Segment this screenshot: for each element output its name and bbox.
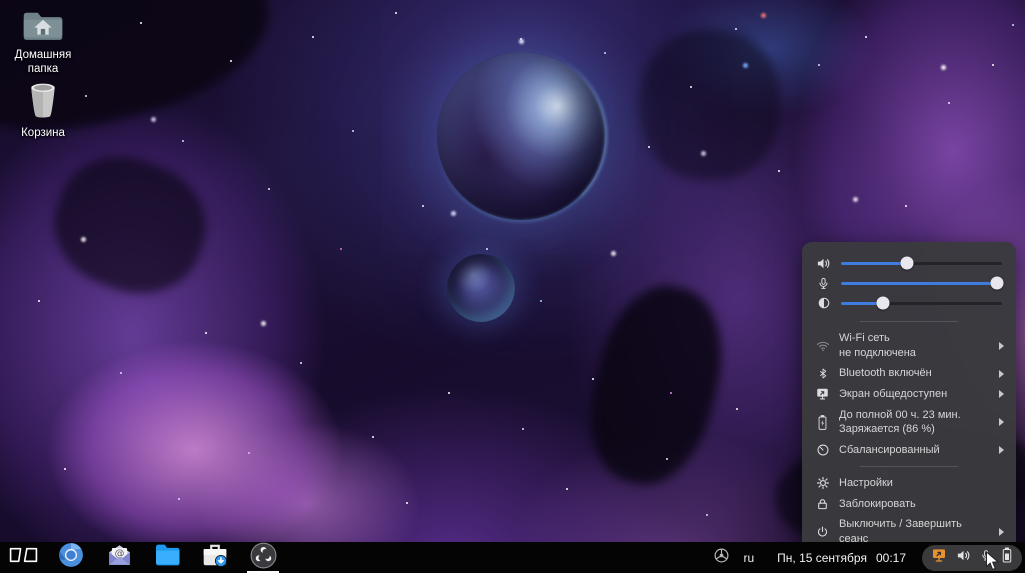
battery-title: До полной 00 ч. 23 мин. [839, 408, 961, 421]
desktop-icon-trash[interactable]: Корзина [1, 80, 85, 141]
settings-label: Настройки [839, 477, 893, 489]
volume-track[interactable] [841, 256, 1002, 270]
wifi-icon [814, 339, 831, 353]
speaker-icon [815, 255, 832, 272]
app-menu-button[interactable] [9, 544, 37, 572]
brightness-handle[interactable] [876, 296, 890, 310]
lock-menu-item[interactable]: Заблокировать [802, 494, 1016, 515]
chromium-icon [58, 542, 84, 573]
speaker-icon[interactable] [956, 548, 971, 568]
obs-icon [250, 542, 277, 573]
bluetooth-menu-item[interactable]: Bluetooth включён [802, 363, 1016, 384]
desktop-icon-label: Домашняя папка [14, 49, 72, 75]
volume-handle[interactable] [900, 256, 914, 270]
clock[interactable]: Пн, 15 сентября 00:17 [777, 551, 906, 565]
microphone-icon[interactable] [980, 548, 992, 568]
large-planet [437, 52, 605, 220]
power-profile-icon [814, 443, 831, 457]
wifi-title: Wi-Fi сеть [839, 332, 890, 344]
settings-gear-icon [814, 476, 831, 490]
volume-fill [841, 261, 907, 265]
brightness-track[interactable] [841, 296, 1002, 310]
system-tray-group[interactable] [922, 544, 1022, 571]
clock-date: Пн, 15 сентября [777, 550, 867, 565]
bluetooth-title: Bluetooth включён [839, 367, 932, 380]
taskbar-apps: @ [9, 542, 279, 573]
trash-icon [1, 80, 85, 123]
lock-icon [814, 497, 831, 511]
screen-share-menu-item[interactable]: Экран общедоступен [802, 384, 1016, 405]
obs-studio-launcher[interactable] [247, 542, 279, 573]
volume-slider[interactable] [802, 253, 1016, 273]
wifi-subtitle: не подключена [839, 346, 916, 359]
desktop-screen: Домашняя папка Корзина Wi-Fi сеть не под… [0, 0, 1025, 573]
desktop-icon-label: Корзина [21, 127, 65, 139]
keyboard-layout-indicator[interactable]: ru [743, 551, 754, 565]
microphone-slider[interactable] [802, 273, 1016, 293]
bluetooth-icon [814, 366, 831, 381]
settings-menu-item[interactable]: Настройки [802, 473, 1016, 494]
nebula-dark-shape [37, 138, 223, 312]
mail-launcher[interactable]: @ [105, 544, 133, 572]
distro-menu-icon [8, 545, 39, 570]
home-folder-icon [1, 10, 85, 45]
file-manager-launcher[interactable] [153, 544, 181, 572]
slider-section [802, 242, 1016, 315]
divider [860, 466, 958, 467]
tray-wheel-icon[interactable] [713, 547, 730, 569]
screen-share-active-icon[interactable] [931, 547, 947, 568]
chromium-launcher[interactable] [57, 542, 85, 573]
power-profile-title: Сбалансированный [839, 443, 940, 456]
screen-share-title: Экран общедоступен [839, 388, 948, 400]
microphone-icon [815, 275, 832, 292]
divider [860, 321, 958, 322]
chevron-right-icon [999, 418, 1004, 426]
microphone-handle[interactable] [990, 276, 1004, 290]
brightness-slider[interactable] [802, 293, 1016, 313]
small-planet [447, 254, 515, 322]
quick-settings-popup: Wi-Fi сеть не подключена Bluetooth включ… [802, 242, 1016, 566]
microphone-fill [841, 281, 998, 285]
folder-icon [154, 543, 181, 572]
taskbar-tray-area: ru Пн, 15 сентября 00:17 [713, 544, 1025, 571]
microphone-track[interactable] [841, 276, 1004, 290]
chevron-right-icon [999, 445, 1004, 454]
chevron-right-icon [999, 390, 1004, 399]
chevron-right-icon [999, 527, 1004, 536]
wifi-menu-item[interactable]: Wi-Fi сеть не подключена [802, 328, 1016, 363]
power-icon [814, 525, 831, 539]
nebula-dark-shape [573, 273, 739, 497]
chevron-right-icon [999, 369, 1004, 378]
battery-menu-item[interactable]: До полной 00 ч. 23 мин. Заряжается (86 %… [802, 405, 1016, 440]
mail-icon: @ [106, 542, 133, 573]
software-center-icon [201, 542, 229, 573]
battery-subtitle: Заряжается (86 %) [839, 423, 935, 435]
desktop-icon-home[interactable]: Домашняя папка [1, 10, 85, 76]
screen-share-icon [814, 387, 831, 401]
battery-icon[interactable] [1001, 547, 1013, 568]
nebula-dark-shape [640, 30, 780, 180]
clock-time: 00:17 [875, 550, 906, 565]
power-profile-menu-item[interactable]: Сбалансированный [802, 440, 1016, 461]
lock-label: Заблокировать [839, 497, 916, 510]
software-center-launcher[interactable] [201, 544, 229, 572]
taskbar: @ ru Пн, 15 сентября 00:17 [0, 542, 1025, 573]
chevron-right-icon [999, 341, 1004, 350]
starfield-bright [0, 0, 3, 3]
brightness-icon [815, 295, 832, 312]
battery-icon [814, 414, 831, 431]
